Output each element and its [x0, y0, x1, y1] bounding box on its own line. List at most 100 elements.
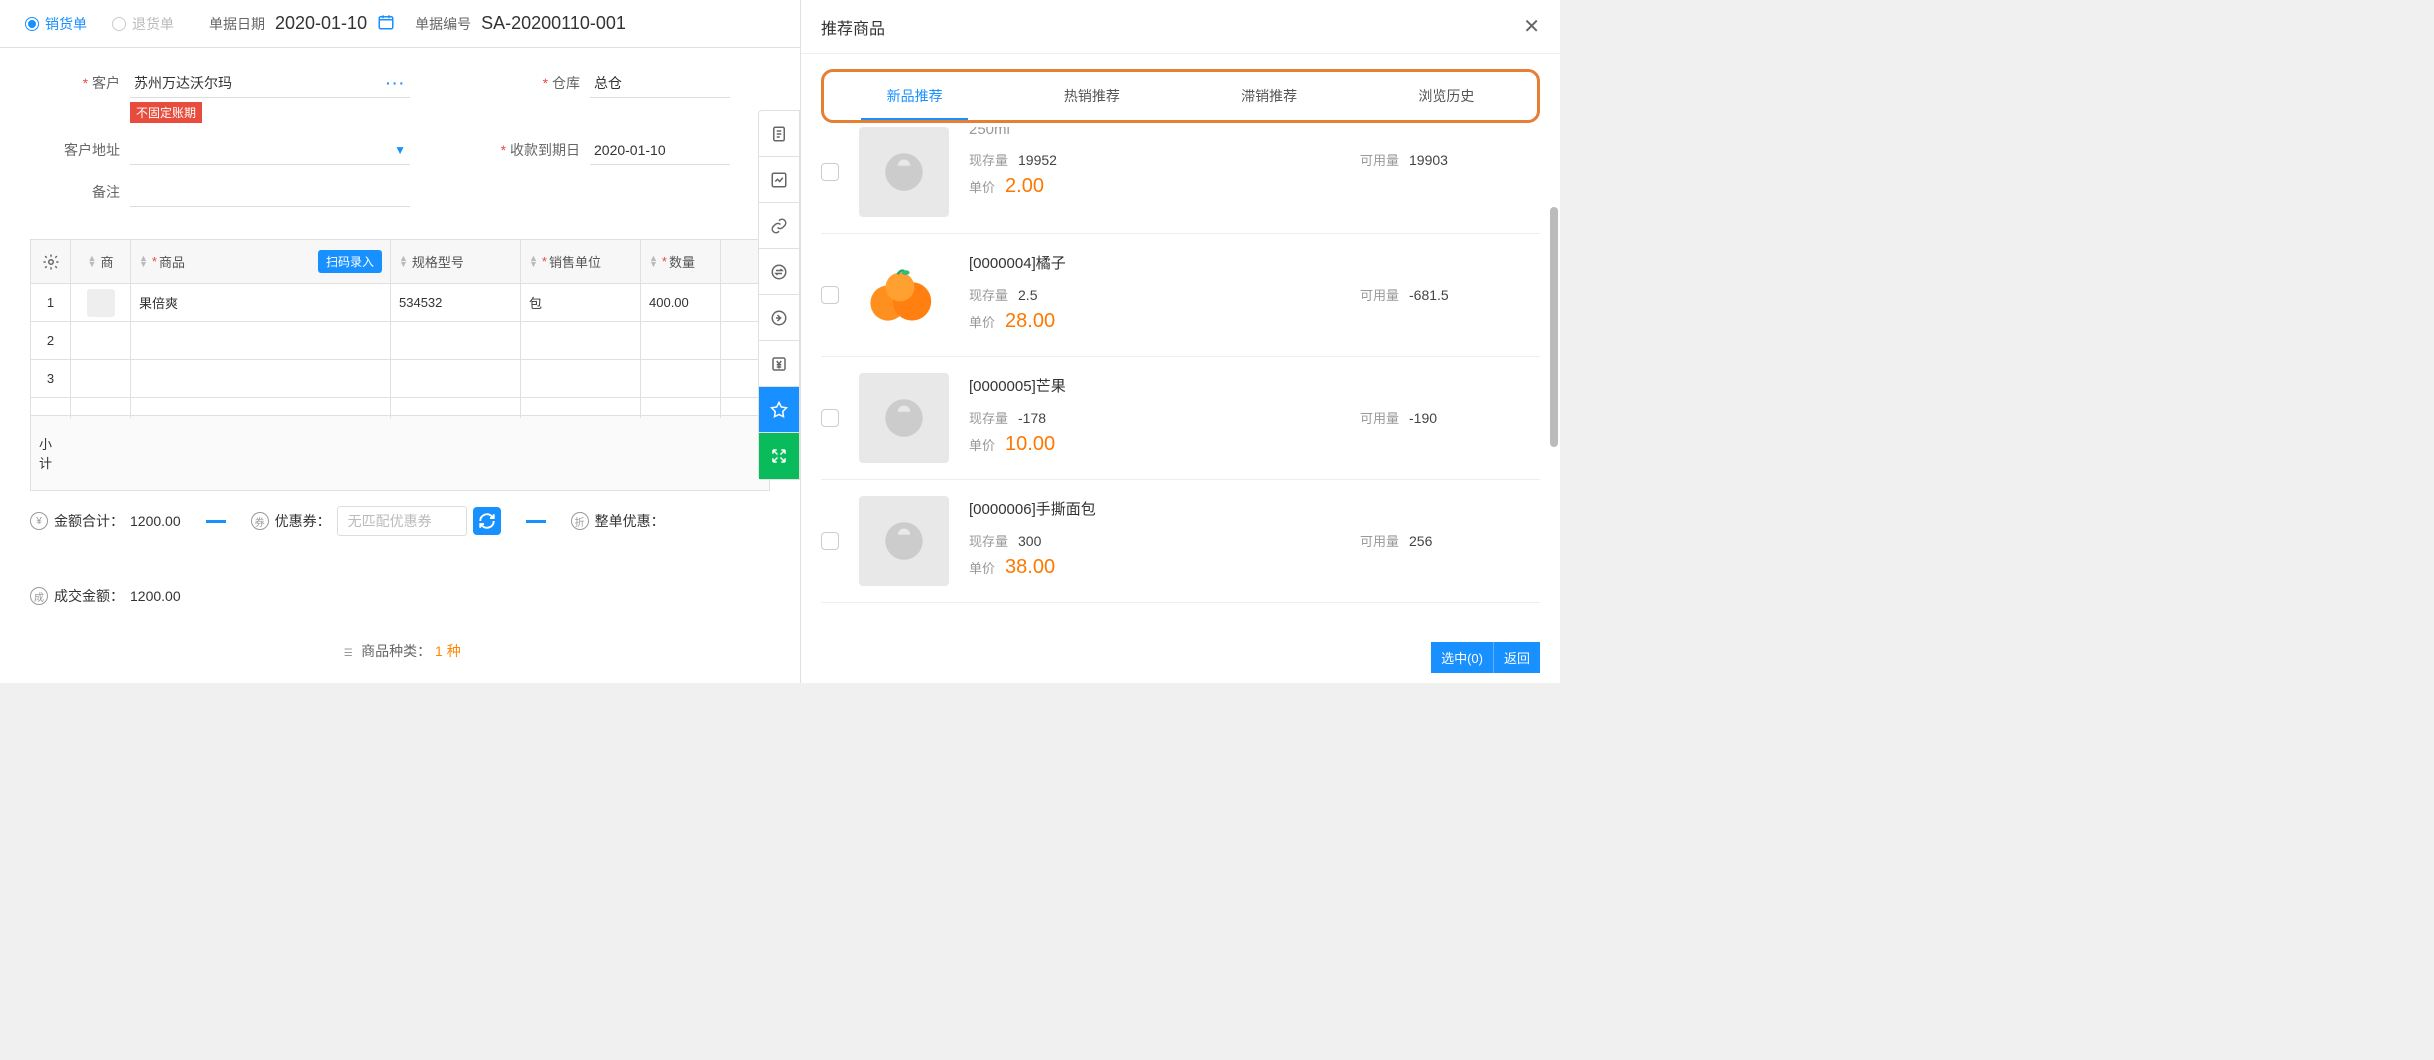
- recommend-tabs: 新品推荐 热销推荐 滞销推荐 浏览历史: [821, 69, 1540, 123]
- orange-icon: [864, 260, 944, 330]
- product-image: [859, 250, 949, 340]
- back-button[interactable]: 返回: [1494, 642, 1540, 673]
- warehouse-input[interactable]: 总仓: [590, 68, 730, 98]
- customer-input[interactable]: 苏州万达沃尔玛 ···: [130, 68, 410, 98]
- calendar-icon[interactable]: [377, 13, 395, 34]
- footer-buttons: 选中(0) 返回: [1431, 642, 1540, 673]
- info-icon: ☰: [339, 645, 357, 663]
- table-row[interactable]: 3: [31, 360, 769, 398]
- product-name: [0000006]手撕面包: [969, 498, 1540, 519]
- avail-value: 19903: [1409, 152, 1448, 168]
- doc-no-value: SA-20200110-001: [481, 13, 626, 34]
- radio-return[interactable]: 退货单: [112, 14, 174, 34]
- placeholder-icon: [879, 516, 929, 566]
- doc-date-value[interactable]: 2020-01-10: [275, 13, 367, 34]
- discount-icon: 折: [571, 512, 589, 530]
- more-icon[interactable]: ···: [386, 75, 406, 91]
- column-qty[interactable]: ▲▼ * 数量: [641, 240, 721, 283]
- side-chart-icon[interactable]: [759, 157, 799, 203]
- gear-icon: [42, 253, 60, 271]
- scan-button[interactable]: 扫码录入: [318, 250, 382, 273]
- side-toolbar: [758, 110, 800, 480]
- table-row[interactable]: 1 果倍爽 534532 包 400.00: [31, 284, 769, 322]
- list-item[interactable]: [0000004]橘子 现存量2.5 单价28.00 可用量-681.5: [821, 234, 1540, 357]
- side-star-icon[interactable]: [759, 387, 799, 433]
- column-pic[interactable]: ▲▼ 商: [71, 240, 131, 283]
- selected-button[interactable]: 选中(0): [1431, 642, 1494, 673]
- product-name: 250ml: [969, 127, 1540, 138]
- tab-new[interactable]: 新品推荐: [826, 74, 1003, 118]
- side-link-icon[interactable]: [759, 203, 799, 249]
- chevron-down-icon[interactable]: ▼: [394, 143, 406, 157]
- placeholder-icon: [879, 393, 929, 443]
- stock-value: 2.5: [1018, 287, 1037, 303]
- customer-badge: 不固定账期: [130, 102, 202, 123]
- row-name[interactable]: 果倍爽: [131, 284, 391, 321]
- coupon-icon: 券: [251, 512, 269, 530]
- refresh-icon: [478, 512, 496, 530]
- tab-hot[interactable]: 热销推荐: [1003, 74, 1180, 118]
- product-list[interactable]: 250ml 现存量19952 单价2.00 可用量19903: [801, 127, 1560, 632]
- sort-icon: ▲▼: [399, 256, 408, 267]
- duedate-input[interactable]: 2020-01-10: [590, 135, 730, 165]
- avail-value: -190: [1409, 410, 1437, 426]
- row-pic: [71, 284, 131, 321]
- side-expand-icon[interactable]: [759, 433, 799, 479]
- radio-sales[interactable]: 销货单: [25, 14, 87, 34]
- warehouse-value: 总仓: [594, 73, 622, 93]
- row-qty[interactable]: 400.00: [641, 284, 721, 321]
- settings-column[interactable]: [31, 240, 71, 283]
- column-good[interactable]: ▲▼ * 商品 扫码录入: [131, 240, 391, 283]
- list-item[interactable]: [0000006]手撕面包 现存量300 单价38.00 可用量256: [821, 480, 1540, 603]
- remark-input[interactable]: [130, 177, 410, 207]
- sort-icon: ▲▼: [88, 256, 97, 267]
- warehouse-label: 仓库: [490, 73, 590, 93]
- row-spec[interactable]: 534532: [391, 284, 521, 321]
- side-doc-icon[interactable]: [759, 111, 799, 157]
- column-spec[interactable]: ▲▼ 规格型号: [391, 240, 521, 283]
- coupon-input[interactable]: 无匹配优惠券: [337, 506, 467, 536]
- product-image: [859, 127, 949, 217]
- sort-icon: ▲▼: [649, 256, 658, 267]
- product-checkbox[interactable]: [821, 286, 839, 304]
- tab-slow[interactable]: 滞销推荐: [1181, 74, 1358, 118]
- list-item[interactable]: [0000005]芒果 现存量-178 单价10.00 可用量-190: [821, 357, 1540, 480]
- side-cny-icon[interactable]: [759, 341, 799, 387]
- final-value: 1200.00: [130, 588, 181, 604]
- doc-no-field: 单据编号 SA-20200110-001: [415, 13, 626, 34]
- stock-value: 19952: [1018, 152, 1057, 168]
- product-checkbox[interactable]: [821, 409, 839, 427]
- row-index: 1: [31, 284, 71, 321]
- list-item[interactable]: 250ml 现存量19952 单价2.00 可用量19903: [821, 127, 1540, 234]
- kind-count: 1: [435, 643, 443, 659]
- customer-value: 苏州万达沃尔玛: [134, 73, 232, 93]
- tab-history[interactable]: 浏览历史: [1358, 74, 1535, 118]
- scrollbar-thumb[interactable]: [1550, 207, 1558, 447]
- row-index: 2: [31, 322, 71, 359]
- placeholder-icon: [879, 147, 929, 197]
- addr-input[interactable]: ▼: [130, 135, 410, 165]
- coupon-field: 券 优惠券： 无匹配优惠券: [251, 506, 501, 536]
- subtotal-label: 小计: [31, 424, 71, 482]
- product-checkbox[interactable]: [821, 532, 839, 550]
- price-value: 38.00: [1005, 556, 1055, 579]
- side-swap-icon[interactable]: [759, 249, 799, 295]
- dash-icon: [206, 520, 226, 523]
- doc-no-label: 单据编号: [415, 14, 471, 34]
- doc-date-label: 单据日期: [209, 14, 265, 34]
- sort-icon: ▲▼: [139, 256, 148, 267]
- table-row[interactable]: 2: [31, 322, 769, 360]
- duedate-value: 2020-01-10: [594, 142, 666, 158]
- refresh-button[interactable]: [473, 507, 501, 535]
- close-icon[interactable]: ✕: [1523, 14, 1540, 39]
- product-name: [0000005]芒果: [969, 375, 1540, 396]
- stock-value: 300: [1018, 533, 1041, 549]
- column-unit[interactable]: ▲▼ * 销售单位: [521, 240, 641, 283]
- product-checkbox[interactable]: [821, 163, 839, 181]
- side-debt-icon[interactable]: [759, 295, 799, 341]
- table-row[interactable]: [31, 398, 769, 416]
- row-unit[interactable]: 包: [521, 284, 641, 321]
- doc-date-field: 单据日期 2020-01-10: [209, 13, 395, 34]
- sort-icon: ▲▼: [529, 256, 538, 267]
- product-name: [0000004]橘子: [969, 252, 1540, 273]
